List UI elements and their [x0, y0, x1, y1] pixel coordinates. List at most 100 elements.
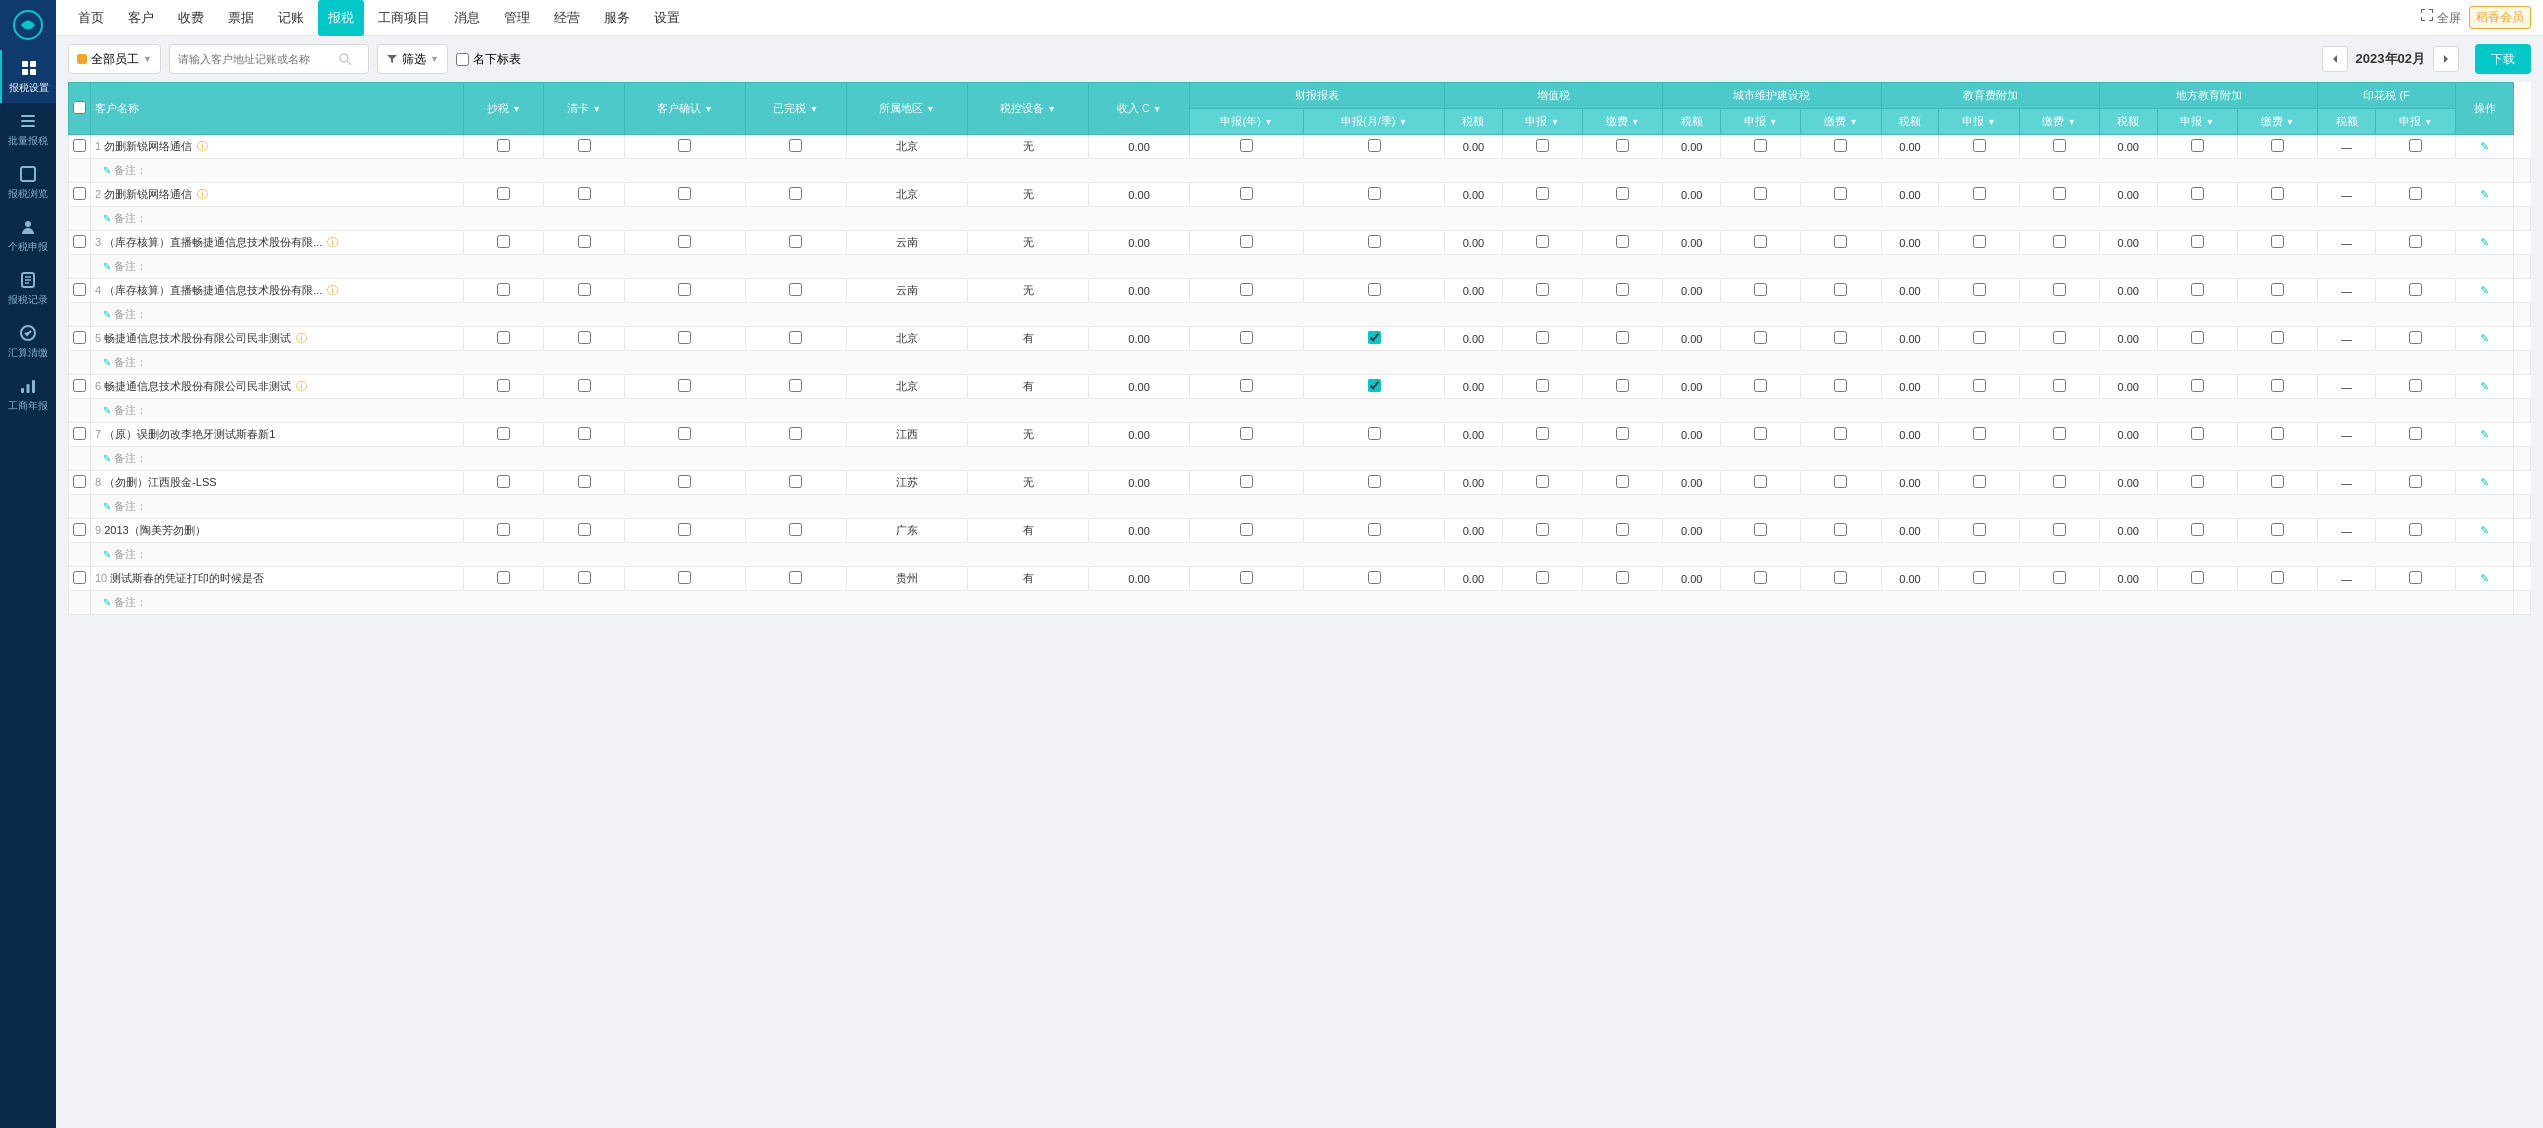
city-declare-checkbox[interactable]	[1754, 331, 1767, 344]
annual-checkbox[interactable]	[1240, 379, 1253, 392]
confirm-checkbox[interactable]	[678, 235, 691, 248]
paid-checkbox[interactable]	[789, 379, 802, 392]
qingka-checkbox[interactable]	[578, 331, 591, 344]
confirm-checkbox[interactable]	[678, 187, 691, 200]
stamp-declare-checkbox[interactable]	[2409, 331, 2422, 344]
city-pay-checkbox[interactable]	[1834, 283, 1847, 296]
ledu-declare-checkbox[interactable]	[2191, 331, 2204, 344]
nav-service[interactable]: 服务	[594, 0, 640, 36]
chaoshui-checkbox[interactable]	[497, 139, 510, 152]
chaoshui-checkbox[interactable]	[497, 187, 510, 200]
nav-operate[interactable]: 经营	[544, 0, 590, 36]
vat-pay-checkbox[interactable]	[1616, 331, 1629, 344]
row-checkbox[interactable]	[73, 427, 86, 440]
remark-edit-icon[interactable]: ✎	[103, 165, 111, 176]
qingka-checkbox[interactable]	[578, 379, 591, 392]
chaoshui-checkbox[interactable]	[497, 571, 510, 584]
row-checkbox[interactable]	[73, 523, 86, 536]
vat-declare-checkbox[interactable]	[1536, 139, 1549, 152]
vat-pay-checkbox[interactable]	[1616, 475, 1629, 488]
qingka-checkbox[interactable]	[578, 427, 591, 440]
stamp-declare-checkbox[interactable]	[2409, 139, 2422, 152]
remark-edit-icon[interactable]: ✎	[103, 213, 111, 224]
row-checkbox[interactable]	[73, 283, 86, 296]
edu-declare-checkbox[interactable]	[1973, 283, 1986, 296]
ledu-declare-checkbox[interactable]	[2191, 379, 2204, 392]
row-checkbox[interactable]	[73, 139, 86, 152]
paid-checkbox[interactable]	[789, 139, 802, 152]
city-pay-checkbox[interactable]	[1834, 139, 1847, 152]
edu-declare-checkbox[interactable]	[1973, 235, 1986, 248]
edu-pay-checkbox[interactable]	[2053, 283, 2066, 296]
sidebar-item-bss[interactable]: 报税设置	[0, 50, 56, 103]
city-pay-checkbox[interactable]	[1834, 379, 1847, 392]
monthly-checkbox[interactable]	[1368, 475, 1381, 488]
remark-edit-icon[interactable]: ✎	[103, 405, 111, 416]
row-checkbox[interactable]	[73, 475, 86, 488]
sidebar-item-gnb[interactable]: 工商年报	[0, 368, 56, 421]
qingka-checkbox[interactable]	[578, 283, 591, 296]
edu-pay-checkbox[interactable]	[2053, 475, 2066, 488]
edu-declare-checkbox[interactable]	[1973, 187, 1986, 200]
confirm-checkbox[interactable]	[678, 139, 691, 152]
nav-settings[interactable]: 设置	[644, 0, 690, 36]
city-declare-checkbox[interactable]	[1754, 235, 1767, 248]
vat-declare-checkbox[interactable]	[1536, 283, 1549, 296]
ledu-pay-checkbox[interactable]	[2271, 283, 2284, 296]
city-declare-checkbox[interactable]	[1754, 139, 1767, 152]
stamp-declare-checkbox[interactable]	[2409, 283, 2422, 296]
ledu-declare-checkbox[interactable]	[2191, 235, 2204, 248]
paid-checkbox[interactable]	[789, 523, 802, 536]
edit-icon[interactable]: ✎	[2480, 572, 2489, 584]
paid-checkbox[interactable]	[789, 571, 802, 584]
nav-fee[interactable]: 收费	[168, 0, 214, 36]
confirm-checkbox[interactable]	[678, 571, 691, 584]
remark-edit-icon[interactable]: ✎	[103, 597, 111, 608]
vat-pay-checkbox[interactable]	[1616, 139, 1629, 152]
next-month-button[interactable]	[2433, 46, 2459, 72]
checkbox-label[interactable]: 名下标表	[456, 51, 521, 68]
paid-checkbox[interactable]	[789, 283, 802, 296]
city-declare-checkbox[interactable]	[1754, 571, 1767, 584]
stamp-declare-checkbox[interactable]	[2409, 427, 2422, 440]
annual-checkbox[interactable]	[1240, 283, 1253, 296]
sidebar-item-gsbs[interactable]: 个税申报	[0, 209, 56, 262]
edit-icon[interactable]: ✎	[2480, 428, 2489, 440]
sidebar-item-bspl[interactable]: 报税浏览	[0, 156, 56, 209]
monthly-checkbox[interactable]	[1368, 187, 1381, 200]
stamp-declare-checkbox[interactable]	[2409, 523, 2422, 536]
qingka-checkbox[interactable]	[578, 139, 591, 152]
edu-pay-checkbox[interactable]	[2053, 427, 2066, 440]
ledu-pay-checkbox[interactable]	[2271, 427, 2284, 440]
info-icon[interactable]: ⓘ	[197, 188, 208, 200]
paid-checkbox[interactable]	[789, 235, 802, 248]
vat-pay-checkbox[interactable]	[1616, 235, 1629, 248]
monthly-checkbox[interactable]	[1368, 283, 1381, 296]
vat-pay-checkbox[interactable]	[1616, 523, 1629, 536]
edit-icon[interactable]: ✎	[2480, 332, 2489, 344]
info-icon[interactable]: ⓘ	[197, 140, 208, 152]
remark-edit-icon[interactable]: ✎	[103, 357, 111, 368]
remark-edit-icon[interactable]: ✎	[103, 501, 111, 512]
edit-icon[interactable]: ✎	[2480, 380, 2489, 392]
paid-checkbox[interactable]	[789, 187, 802, 200]
chaoshui-checkbox[interactable]	[497, 523, 510, 536]
chaoshui-checkbox[interactable]	[497, 283, 510, 296]
chaoshui-checkbox[interactable]	[497, 379, 510, 392]
vat-pay-checkbox[interactable]	[1616, 283, 1629, 296]
ledu-pay-checkbox[interactable]	[2271, 475, 2284, 488]
annual-checkbox[interactable]	[1240, 187, 1253, 200]
city-pay-checkbox[interactable]	[1834, 523, 1847, 536]
sidebar-item-bsjl[interactable]: 报税记录	[0, 262, 56, 315]
nav-msg[interactable]: 消息	[444, 0, 490, 36]
city-pay-checkbox[interactable]	[1834, 571, 1847, 584]
ledu-declare-checkbox[interactable]	[2191, 139, 2204, 152]
monthly-checkbox[interactable]	[1368, 331, 1381, 344]
edu-declare-checkbox[interactable]	[1973, 331, 1986, 344]
confirm-checkbox[interactable]	[678, 427, 691, 440]
city-pay-checkbox[interactable]	[1834, 475, 1847, 488]
sidebar-item-plbs[interactable]: 批量报税	[0, 103, 56, 156]
monthly-checkbox[interactable]	[1368, 235, 1381, 248]
ledu-pay-checkbox[interactable]	[2271, 235, 2284, 248]
city-pay-checkbox[interactable]	[1834, 235, 1847, 248]
